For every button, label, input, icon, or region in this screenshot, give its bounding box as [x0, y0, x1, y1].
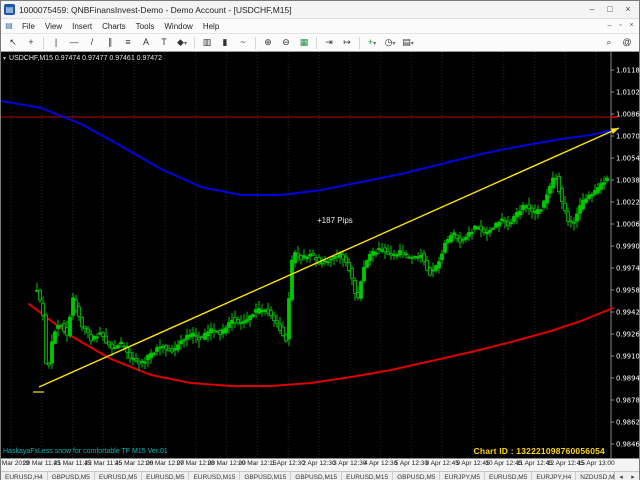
- ohlc-label: USDCHF,M15 0.97474 0.97477 0.97461 0.974…: [9, 55, 162, 62]
- minimize-button[interactable]: –: [584, 3, 600, 16]
- chart-canvas[interactable]: 1.011801.010201.008601.007001.005401.003…: [1, 52, 640, 458]
- tab-gbpusd-m5[interactable]: GBPUSD,M5: [393, 472, 441, 480]
- tab-nzdusd-m5[interactable]: NZDUSD,M5: [576, 472, 614, 480]
- fibonacci-button[interactable]: ≡: [120, 35, 137, 51]
- child-minimize-button[interactable]: –: [604, 21, 615, 32]
- vertical-line-button[interactable]: |: [48, 35, 65, 51]
- chart-area: 1.011801.010201.008601.007001.005401.003…: [1, 52, 640, 458]
- community-icon[interactable]: @: [619, 35, 636, 51]
- tab-bar: EURUSD,H4 GBPUSD,M5 EURUSD,M5 EURUSD,M5 EURU…: [1, 471, 639, 480]
- menu-help[interactable]: Help: [198, 20, 224, 33]
- search-icon[interactable]: ⌕: [601, 35, 618, 51]
- menu-view[interactable]: View: [40, 20, 67, 33]
- child-close-button[interactable]: ×: [626, 21, 637, 32]
- tab-eurjpy-m5[interactable]: EURJPY,M5: [440, 472, 486, 480]
- label-button[interactable]: T: [156, 35, 173, 51]
- menu-tools[interactable]: Tools: [131, 20, 160, 33]
- time-label: 4 Apr 12:30: [363, 460, 398, 467]
- menu-charts[interactable]: Charts: [97, 20, 131, 33]
- tab-eurusd-h4[interactable]: EURUSD,H4: [1, 472, 48, 480]
- candles: [35, 171, 609, 371]
- window-controls: – □ ×: [584, 3, 636, 16]
- toolbar-separator: [359, 36, 360, 49]
- bars-chart-button[interactable]: ▥: [199, 35, 216, 51]
- child-restore-button[interactable]: ▫: [615, 21, 626, 32]
- lower-band-line: [28, 303, 614, 387]
- tab-gbpusd-m15[interactable]: GBPUSD,M15: [291, 472, 343, 480]
- menu-insert[interactable]: Insert: [67, 20, 97, 33]
- tab-gbpusd-m5[interactable]: GBPUSD,M5: [48, 472, 95, 480]
- toolbar-buttons: ↖ + | — / ∥ ≡ A T ◆▾ ▥ ▮ ~ ⊕ ⊖ ▦ ⇥ ↦ +▾ ◷▾ ▤▾: [4, 35, 417, 51]
- toolbar-right-buttons: ⌕ @: [600, 35, 636, 51]
- menu-bar: ▤ File View Insert Charts Tools Window Help – ▫…: [1, 19, 639, 34]
- tab-eurusd-m5[interactable]: EURUSD,M5: [95, 472, 143, 480]
- time-label: 5 Apr 12:30: [394, 460, 429, 467]
- time-axis[interactable]: 19 Mar 201920 Mar 11:4521 Mar 11:4522 Ma…: [1, 458, 639, 471]
- crosshair-button[interactable]: +: [23, 35, 40, 51]
- time-label: 3 Apr 12:30: [333, 460, 367, 467]
- time-label: 2 Apr 12:30: [302, 460, 336, 467]
- time-label: 15 Apr 13:00: [577, 460, 615, 467]
- app-icon: ▤: [4, 4, 15, 15]
- toolbar: ↖ + | — / ∥ ≡ A T ◆▾ ▥ ▮ ~ ⊕ ⊖ ▦ ⇥ ↦ +▾ ◷▾ ▤▾ ⌕ @: [1, 34, 639, 52]
- cursor-button[interactable]: ↖: [5, 35, 22, 51]
- tab-eurusd-m15[interactable]: EURUSD,M15: [189, 472, 241, 480]
- equidistant-channel-button[interactable]: ∥: [102, 35, 119, 51]
- app-window: ▤ 1000075459: QNBFinansInvest-Demo - Dem…: [0, 0, 640, 480]
- one-click-trading-icon[interactable]: ▾: [3, 55, 6, 62]
- chart-tabs: EURUSD,H4 GBPUSD,M5 EURUSD,M5 EURUSD,M5 EURU…: [1, 472, 614, 480]
- child-window-controls: – ▫ ×: [604, 21, 637, 32]
- chevron-down-icon: ▾: [373, 40, 377, 47]
- tab-eurusd-m15[interactable]: EURUSD,M15: [342, 472, 394, 480]
- toolbar-separator: [255, 36, 256, 49]
- maximize-button[interactable]: □: [602, 3, 618, 16]
- horizontal-line-button[interactable]: —: [66, 35, 83, 51]
- templates-button[interactable]: ▤▾: [400, 35, 417, 51]
- zoom-in-button[interactable]: ⊕: [260, 35, 277, 51]
- title-bar: ▤ 1000075459: QNBFinansInvest-Demo - Dem…: [1, 1, 639, 19]
- menu-window[interactable]: Window: [159, 20, 197, 33]
- zoom-out-button[interactable]: ⊖: [278, 35, 295, 51]
- chevron-down-icon: ▾: [392, 40, 396, 47]
- time-label: 1 Apr 12:30: [271, 460, 305, 467]
- trend-line-button[interactable]: /: [84, 35, 101, 51]
- tab-nav: ◂ ▸: [614, 472, 639, 480]
- trend-line-object[interactable]: [38, 127, 620, 388]
- arrows-button[interactable]: ◆▾: [174, 35, 191, 51]
- tab-gbpusd-m15[interactable]: GBPUSD,M15: [240, 472, 292, 480]
- text-button[interactable]: A: [138, 35, 155, 51]
- menu-file[interactable]: File: [17, 20, 40, 33]
- candlestick-chart-button[interactable]: ▮: [217, 35, 234, 51]
- periods-button[interactable]: ◷▾: [382, 35, 399, 51]
- tab-eurusd-m5[interactable]: EURUSD,M5: [485, 472, 533, 480]
- tile-windows-button[interactable]: ▦: [296, 35, 313, 51]
- indicators-button[interactable]: +▾: [364, 35, 381, 51]
- tabs-scroll-left[interactable]: ◂: [615, 472, 627, 480]
- tab-eurusd-m5[interactable]: EURUSD,M5: [142, 472, 190, 480]
- chart-id-label: Chart ID : 132221098760056054: [473, 446, 605, 456]
- chevron-down-icon: ▾: [410, 40, 414, 47]
- menu-items: File View Insert Charts Tools Window Help: [17, 20, 224, 33]
- tab-eurjpy-h4[interactable]: EURJPY,H4: [532, 472, 577, 480]
- auto-scroll-button[interactable]: ⇥: [321, 35, 338, 51]
- upper-band-line: [1, 100, 614, 196]
- toolbar-separator: [43, 36, 44, 49]
- chart-shift-button[interactable]: ↦: [339, 35, 356, 51]
- time-label: 8 Apr 12:45: [425, 460, 459, 467]
- window-title: 1000075459: QNBFinansInvest-Demo - Demo …: [19, 4, 292, 15]
- chart-page-icon: ▤: [5, 21, 13, 30]
- pips-annotation[interactable]: +187 Pips: [317, 216, 353, 225]
- toolbar-separator: [194, 36, 195, 49]
- toolbar-separator: [316, 36, 317, 49]
- indicator-watermark: HaskayaFxLess snow for comfortable TF M1…: [3, 448, 168, 455]
- ohlc-label-row: ▾ USDCHF,M15 0.97474 0.97477 0.97461 0.9…: [3, 55, 162, 62]
- line-chart-button[interactable]: ~: [235, 35, 252, 51]
- tabs-scroll-right[interactable]: ▸: [627, 472, 639, 480]
- close-button[interactable]: ×: [620, 3, 636, 16]
- chevron-down-icon: ▾: [183, 40, 187, 47]
- price-axis[interactable]: [610, 52, 639, 458]
